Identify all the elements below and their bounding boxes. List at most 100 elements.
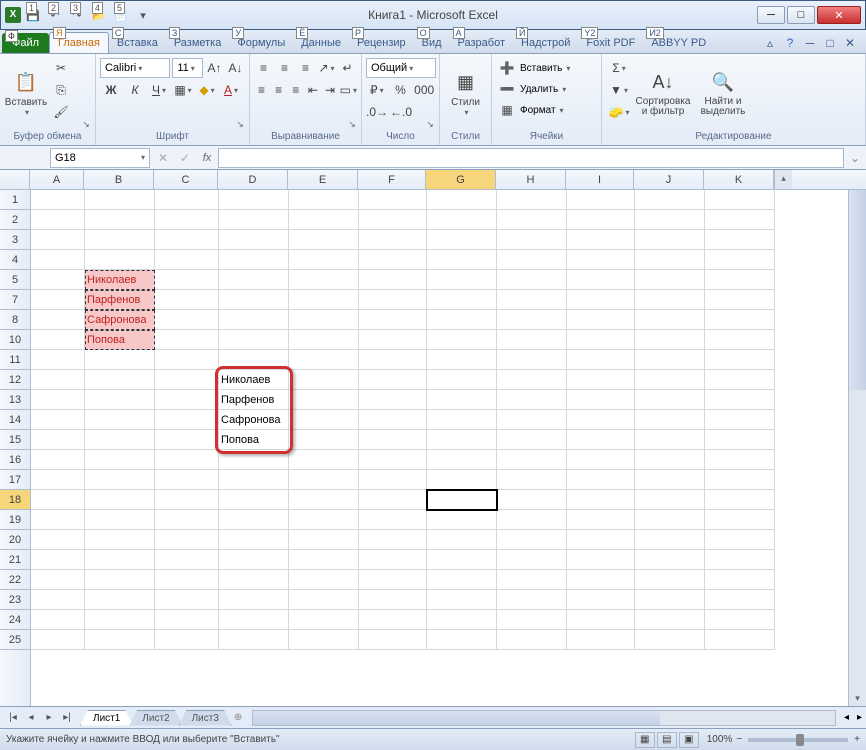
cell-I22[interactable] — [567, 570, 635, 590]
cell-F21[interactable] — [359, 550, 427, 570]
horizontal-scrollbar[interactable] — [252, 710, 836, 726]
row-header-16[interactable]: 16 — [0, 450, 30, 470]
cell-J19[interactable] — [635, 510, 705, 530]
tab-file[interactable]: ФайлФ — [2, 33, 49, 53]
align-right-icon[interactable]: ≡ — [288, 80, 303, 100]
cell-A14[interactable] — [31, 410, 85, 430]
cell-K22[interactable] — [705, 570, 775, 590]
tab-abbyy[interactable]: ABBYY PDИ2 — [643, 33, 714, 53]
cell-F1[interactable] — [359, 190, 427, 210]
cell-B20[interactable] — [85, 530, 155, 550]
copy-button[interactable]: ⎘ — [50, 80, 72, 100]
cell-C24[interactable] — [155, 610, 219, 630]
cell-I15[interactable] — [567, 430, 635, 450]
zoom-out-icon[interactable]: − — [736, 734, 742, 745]
cell-A21[interactable] — [31, 550, 85, 570]
insert-cells-button[interactable]: ➕Вставить▾ — [496, 58, 597, 78]
pasted-cell-1[interactable]: Парфенов — [219, 390, 289, 410]
cell-E2[interactable] — [289, 210, 359, 230]
cell-B15[interactable] — [85, 430, 155, 450]
col-header-J[interactable]: J — [634, 170, 704, 189]
row-header-24[interactable]: 24 — [0, 610, 30, 630]
cell-H10[interactable] — [497, 330, 567, 350]
cell-D3[interactable] — [219, 230, 289, 250]
scroll-up-icon[interactable]: ▴ — [775, 170, 792, 186]
cell-B24[interactable] — [85, 610, 155, 630]
cell-J25[interactable] — [635, 630, 705, 650]
cell-F23[interactable] — [359, 590, 427, 610]
cell-H24[interactable] — [497, 610, 567, 630]
cell-K7[interactable] — [705, 290, 775, 310]
cell-H3[interactable] — [497, 230, 567, 250]
cell-I19[interactable] — [567, 510, 635, 530]
cell-J17[interactable] — [635, 470, 705, 490]
col-header-I[interactable]: I — [566, 170, 634, 189]
row-header-15[interactable]: 15 — [0, 430, 30, 450]
cell-B14[interactable] — [85, 410, 155, 430]
indent-inc-icon[interactable]: ⇥ — [323, 80, 338, 100]
cell-E1[interactable] — [289, 190, 359, 210]
fx-icon[interactable]: fx — [196, 152, 218, 164]
cell-G23[interactable] — [427, 590, 497, 610]
styles-button[interactable]: ▦ Стили ▾ — [444, 56, 487, 130]
cell-A8[interactable] — [31, 310, 85, 330]
tab-view[interactable]: ВидО — [414, 33, 450, 53]
cell-A11[interactable] — [31, 350, 85, 370]
cell-D19[interactable] — [219, 510, 289, 530]
cell-C10[interactable] — [155, 330, 219, 350]
cell-F17[interactable] — [359, 470, 427, 490]
cell-I2[interactable] — [567, 210, 635, 230]
cell-G17[interactable] — [427, 470, 497, 490]
cell-G24[interactable] — [427, 610, 497, 630]
cell-H5[interactable] — [497, 270, 567, 290]
cell-E10[interactable] — [289, 330, 359, 350]
cell-G5[interactable] — [427, 270, 497, 290]
cell-C20[interactable] — [155, 530, 219, 550]
cell-C21[interactable] — [155, 550, 219, 570]
cell-K18[interactable] — [705, 490, 775, 510]
cell-J2[interactable] — [635, 210, 705, 230]
cell-D18[interactable] — [219, 490, 289, 510]
cell-A18[interactable] — [31, 490, 85, 510]
cell-K20[interactable] — [705, 530, 775, 550]
cell-K5[interactable] — [705, 270, 775, 290]
row-header-22[interactable]: 22 — [0, 570, 30, 590]
row-header-5[interactable]: 5 — [0, 270, 30, 290]
cell-K1[interactable] — [705, 190, 775, 210]
cell-G19[interactable] — [427, 510, 497, 530]
qat-new[interactable]: 📄5 — [111, 5, 131, 25]
cell-C25[interactable] — [155, 630, 219, 650]
tab-foxit[interactable]: Foxit PDFY2 — [578, 33, 643, 53]
cell-G15[interactable] — [427, 430, 497, 450]
cell-H1[interactable] — [497, 190, 567, 210]
tab-addins[interactable]: НадстройЙ — [513, 33, 578, 53]
sheet-tab-1[interactable]: Лист1 — [80, 710, 133, 726]
cell-K11[interactable] — [705, 350, 775, 370]
cell-B21[interactable] — [85, 550, 155, 570]
view-layout-icon[interactable]: ▤ — [657, 732, 677, 748]
cell-K8[interactable] — [705, 310, 775, 330]
cell-A13[interactable] — [31, 390, 85, 410]
cell-H16[interactable] — [497, 450, 567, 470]
pasted-cell-0[interactable]: Николаев — [219, 370, 289, 390]
tab-layout[interactable]: РазметкаЗ — [166, 33, 230, 53]
cell-F25[interactable] — [359, 630, 427, 650]
wrap-text-icon[interactable]: ↵ — [338, 58, 357, 78]
cell-J11[interactable] — [635, 350, 705, 370]
row-header-1[interactable]: 1 — [0, 190, 30, 210]
cell-C14[interactable] — [155, 410, 219, 430]
cell-E22[interactable] — [289, 570, 359, 590]
col-header-K[interactable]: K — [704, 170, 774, 189]
doc-minimize[interactable]: ─ — [802, 35, 818, 51]
cell-H14[interactable] — [497, 410, 567, 430]
expand-formula-icon[interactable]: ⌄ — [844, 148, 866, 168]
cell-B11[interactable] — [85, 350, 155, 370]
number-launcher-icon[interactable]: ↘ — [423, 117, 437, 131]
cell-H11[interactable] — [497, 350, 567, 370]
cell-I3[interactable] — [567, 230, 635, 250]
col-header-E[interactable]: E — [288, 170, 358, 189]
row-header-19[interactable]: 19 — [0, 510, 30, 530]
cell-G3[interactable] — [427, 230, 497, 250]
italic-button[interactable]: К — [124, 80, 146, 100]
cell-D2[interactable] — [219, 210, 289, 230]
